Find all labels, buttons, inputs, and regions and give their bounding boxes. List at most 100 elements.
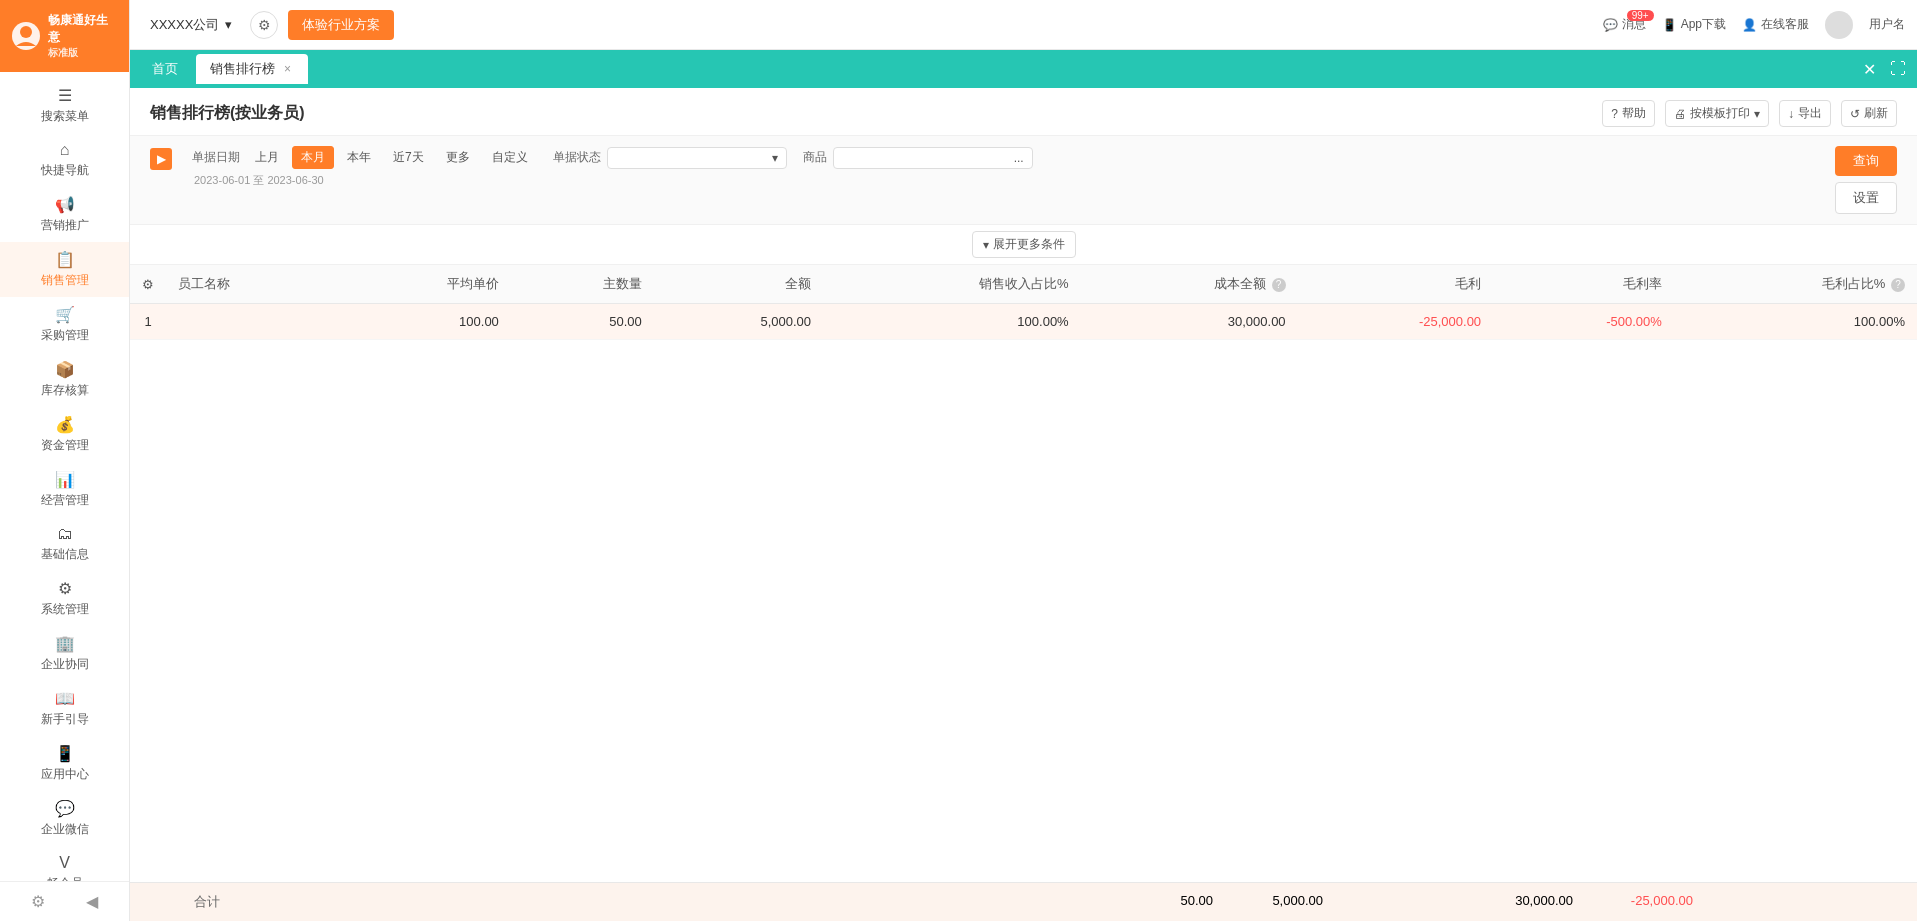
- cell-amount: 5,000.00: [654, 304, 823, 340]
- date-pills: 上月 本月 本年 近7天 更多 自定义: [246, 146, 537, 169]
- export-button[interactable]: ↓ 导出: [1779, 100, 1831, 127]
- footer-gross-pct: [1805, 893, 1905, 911]
- sidebar-item-purchase[interactable]: 🛒采购管理: [0, 297, 129, 352]
- th-settings[interactable]: ⚙: [130, 265, 166, 304]
- nav-label-quick-nav: 快捷导航: [41, 162, 89, 179]
- footer-values: 50.00 5,000.00 30,000.00 -25,000.00: [374, 893, 1905, 911]
- goods-input[interactable]: ...: [833, 147, 1033, 169]
- footer-cost: 30,000.00: [1465, 893, 1585, 911]
- filter-toggle-icon[interactable]: ▶: [150, 148, 172, 170]
- footer-gross: -25,000.00: [1585, 893, 1705, 911]
- refresh-button[interactable]: ↺ 刷新: [1841, 100, 1897, 127]
- gross-pct-info-icon[interactable]: ?: [1891, 278, 1905, 292]
- th-amount: 全额: [654, 265, 823, 304]
- header-right: 💬 消息 99+ 📱 App下载 👤 在线客服 用户名: [1603, 11, 1905, 39]
- tab-bar: 首页 销售排行榜 × ✕ ⛶: [130, 50, 1917, 88]
- svg-point-1: [20, 26, 32, 38]
- help-button[interactable]: ? 帮助: [1602, 100, 1655, 127]
- tab-home[interactable]: 首页: [138, 54, 192, 84]
- sidebar-item-search-order[interactable]: ☰搜索菜单: [0, 78, 129, 133]
- expand-icon: ▾: [983, 238, 989, 252]
- sidebar-item-basic-info[interactable]: 🗂基础信息: [0, 517, 129, 571]
- online-service-button[interactable]: 👤 在线客服: [1742, 16, 1809, 33]
- print-button[interactable]: 🖨 按模板打印 ▾: [1665, 100, 1769, 127]
- page-title: 销售排行榜(按业务员): [150, 103, 305, 124]
- tab-close-icon[interactable]: ×: [281, 61, 294, 77]
- help-label: 帮助: [1622, 105, 1646, 122]
- user-avatar[interactable]: [1825, 11, 1853, 39]
- footer-amount: 5,000.00: [1225, 893, 1335, 911]
- sidebar-collapse-icon[interactable]: ◀: [86, 892, 98, 911]
- print-dropdown-icon: ▾: [1754, 107, 1760, 121]
- sidebar-item-marketing[interactable]: 📢营销推广: [0, 187, 129, 242]
- company-selector[interactable]: XXXXX公司 ▾: [142, 12, 240, 38]
- goods-filter-group: 商品 ...: [803, 147, 1033, 169]
- tab-maximize-icon[interactable]: ⛶: [1887, 57, 1909, 81]
- message-icon: 💬: [1603, 18, 1618, 32]
- footer-total-label: 合计: [194, 893, 374, 911]
- sidebar-item-system[interactable]: ⚙系统管理: [0, 571, 129, 626]
- nav-icon-wechat: 💬: [55, 799, 75, 818]
- date-pill-7days[interactable]: 近7天: [384, 146, 433, 169]
- print-icon: 🖨: [1674, 107, 1686, 121]
- trial-button[interactable]: 体验行业方案: [288, 10, 394, 40]
- sidebar-settings-icon[interactable]: ⚙: [31, 892, 45, 911]
- top-header: XXXXX公司 ▾ ⚙ 体验行业方案 💬 消息 99+ 📱 App下载 👤 在线…: [130, 0, 1917, 50]
- sidebar-item-operations[interactable]: 📊经营管理: [0, 462, 129, 517]
- nav-icon-finance: 💰: [55, 415, 75, 434]
- status-select[interactable]: ▾: [607, 147, 787, 169]
- th-qty: 主数量: [511, 265, 654, 304]
- column-settings-icon[interactable]: ⚙: [142, 277, 154, 292]
- sidebar-item-member[interactable]: V畅会员: [0, 846, 129, 881]
- service-label: 在线客服: [1761, 16, 1809, 33]
- footer-gross-rate: [1705, 893, 1805, 911]
- tab-close-window-icon[interactable]: ✕: [1860, 57, 1879, 82]
- message-button[interactable]: 💬 消息 99+: [1603, 16, 1646, 33]
- export-icon: ↓: [1788, 107, 1794, 121]
- filter-collapse-btn[interactable]: ▶: [150, 148, 172, 170]
- nav-label-finance: 资金管理: [41, 437, 89, 454]
- filter-settings-button[interactable]: 设置: [1835, 182, 1897, 214]
- filter-action-btns: 查询 设置: [1835, 146, 1897, 214]
- content-area: 销售排行榜(按业务员) ? 帮助 🖨 按模板打印 ▾ ↓ 导出: [130, 88, 1917, 921]
- date-pill-last-month[interactable]: 上月: [246, 146, 288, 169]
- date-filter-label: 单据日期: [192, 149, 240, 166]
- sidebar-item-quick-nav[interactable]: ⌂快捷导航: [0, 133, 129, 187]
- company-name: XXXXX公司: [150, 16, 219, 34]
- cell-gross-rate: -500.00%: [1493, 304, 1674, 340]
- settings-gear-button[interactable]: ⚙: [250, 11, 278, 39]
- app-download-button[interactable]: 📱 App下载: [1662, 16, 1726, 33]
- tab-sales-ranking[interactable]: 销售排行榜 ×: [196, 54, 308, 84]
- query-button[interactable]: 查询: [1835, 146, 1897, 176]
- nav-icon-marketing: 📢: [55, 195, 75, 214]
- cost-info-icon[interactable]: ?: [1272, 278, 1286, 292]
- refresh-icon: ↺: [1850, 107, 1860, 121]
- tab-bar-right: ✕ ⛶: [1860, 57, 1909, 82]
- nav-label-wechat: 企业微信: [41, 821, 89, 838]
- cell-sales-pct: 100.00%: [823, 304, 1081, 340]
- table-footer: 合计 50.00 5,000.00 30,000.00 -25,000.00: [130, 882, 1917, 921]
- date-pill-more[interactable]: 更多: [437, 146, 479, 169]
- cell-gross-pct: 100.00%: [1674, 304, 1917, 340]
- date-pill-this-month[interactable]: 本月: [292, 146, 334, 169]
- footer-avg-price: [1005, 893, 1125, 911]
- nav-icon-inventory: 📦: [55, 360, 75, 379]
- footer-qty: 50.00: [1125, 893, 1225, 911]
- cell-qty: 50.00: [511, 304, 654, 340]
- nav-label-guide: 新手引导: [41, 711, 89, 728]
- goods-filter-label: 商品: [803, 149, 827, 166]
- sidebar-item-wechat[interactable]: 💬 企业微信: [0, 791, 129, 846]
- sidebar-item-guide[interactable]: 📖新手引导: [0, 681, 129, 736]
- date-pill-custom[interactable]: 自定义: [483, 146, 537, 169]
- sidebar-item-sales[interactable]: 📋销售管理: [0, 242, 129, 297]
- date-filter-group: 单据日期 上月 本月 本年 近7天 更多 自定义: [192, 146, 537, 169]
- nav-label-purchase: 采购管理: [41, 327, 89, 344]
- nav-label-inventory: 库存核算: [41, 382, 89, 399]
- user-name[interactable]: 用户名: [1869, 16, 1905, 33]
- expand-more-conditions-button[interactable]: ▾ 展开更多条件: [972, 231, 1076, 258]
- sidebar-item-app-center[interactable]: 📱应用中心: [0, 736, 129, 791]
- date-pill-this-year[interactable]: 本年: [338, 146, 380, 169]
- sidebar-item-finance[interactable]: 💰 资金管理: [0, 407, 129, 462]
- sidebar-item-enterprise[interactable]: 🏢企业协同: [0, 626, 129, 681]
- sidebar-item-inventory[interactable]: 📦 库存核算: [0, 352, 129, 407]
